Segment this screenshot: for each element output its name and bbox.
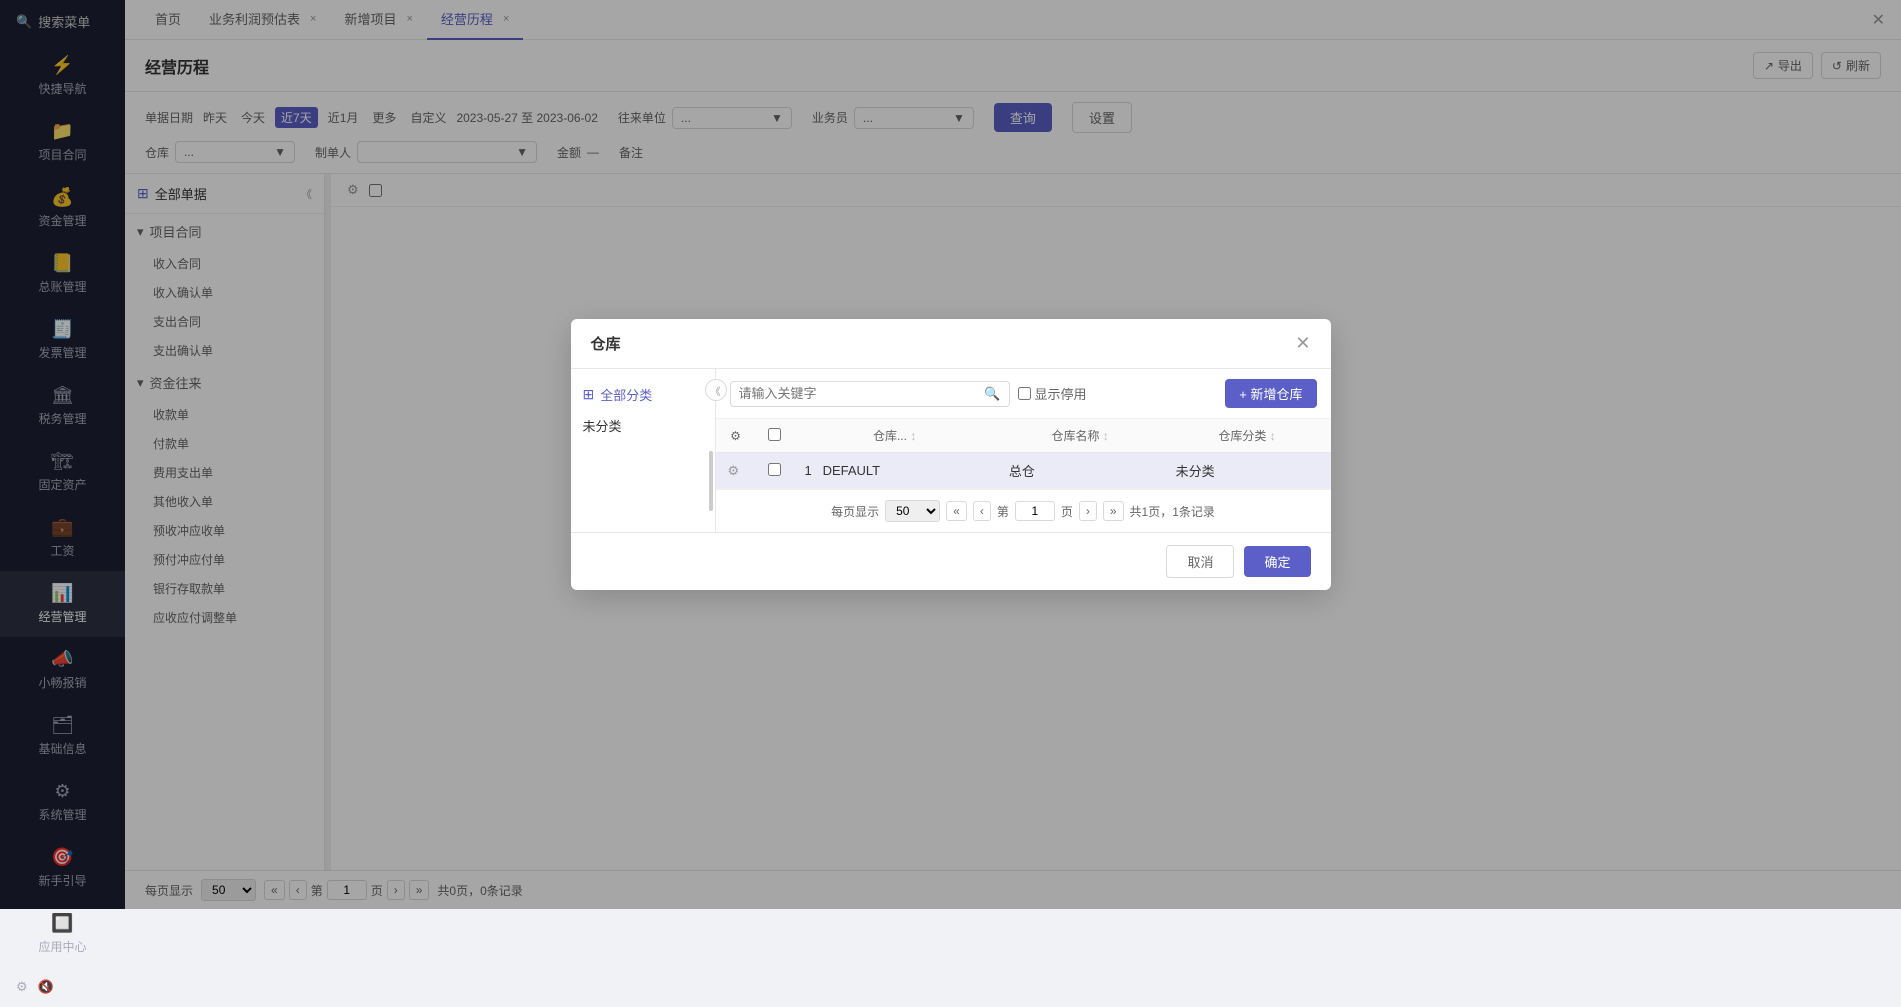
table-select-all[interactable] xyxy=(768,428,781,441)
modal-total-records: 共1页，1条记录 xyxy=(1130,503,1215,520)
modal-table: ⚙ 仓库... 仓库名称 仓库分类 ⚙ xyxy=(716,419,1331,489)
row-category: 未分类 xyxy=(1164,453,1331,489)
col-name[interactable]: 仓库名称 xyxy=(997,419,1164,453)
modal-category-unclassified[interactable]: 未分类 xyxy=(571,410,715,441)
row-gear[interactable]: ⚙ xyxy=(716,453,756,489)
row-checkbox[interactable] xyxy=(756,453,793,489)
modal-first-page[interactable]: « xyxy=(946,501,967,521)
show-disabled-checkbox[interactable] xyxy=(1018,387,1031,400)
modal-search-input[interactable] xyxy=(739,386,981,401)
modal-header: 仓库 ✕ xyxy=(571,319,1331,369)
modal-page-input[interactable] xyxy=(1015,501,1055,521)
add-warehouse-button[interactable]: + 新增仓库 xyxy=(1225,379,1316,408)
modal-last-page[interactable]: » xyxy=(1103,501,1124,521)
modal-left-panel: ⊞ 全部分类 未分类 《 xyxy=(571,369,716,532)
gear-icon[interactable]: ⚙ xyxy=(16,979,28,995)
modal-close-button[interactable]: ✕ xyxy=(1295,333,1310,354)
modal-page-size-select[interactable]: 50 100 xyxy=(885,500,940,522)
modal-next-page[interactable]: › xyxy=(1079,501,1097,521)
col-code[interactable]: 仓库... xyxy=(793,419,997,453)
grid-icon-modal: ⊞ xyxy=(583,386,595,403)
modal-prev-page[interactable]: ‹ xyxy=(973,501,991,521)
sidebar-item-app-center[interactable]: 🔲 应用中心 xyxy=(0,901,125,967)
app-icon: 🔲 xyxy=(51,913,73,934)
table-header-row: ⚙ 仓库... 仓库名称 仓库分类 xyxy=(716,419,1331,453)
row-index-code: 1 DEFAULT xyxy=(793,453,997,489)
warehouse-modal: 仓库 ✕ ⊞ 全部分类 未分类 《 xyxy=(571,319,1331,590)
row-name: 总仓 xyxy=(997,453,1164,489)
modal-all-category[interactable]: ⊞ 全部分类 xyxy=(571,379,715,410)
modal-toolbar: 🔍 显示停用 + 新增仓库 xyxy=(716,369,1331,419)
search-icon-modal: 🔍 xyxy=(984,386,1000,402)
modal-overlay: 仓库 ✕ ⊞ 全部分类 未分类 《 xyxy=(0,0,1901,909)
row-select-checkbox[interactable] xyxy=(768,463,781,476)
sidebar-bottom: ⚙ 🔇 xyxy=(0,967,125,1007)
modal-right-panel: 🔍 显示停用 + 新增仓库 ⚙ xyxy=(716,369,1331,532)
scrollbar-thumb xyxy=(709,451,713,511)
modal-footer: 取消 确定 xyxy=(571,532,1331,590)
col-category[interactable]: 仓库分类 xyxy=(1164,419,1331,453)
col-checkbox xyxy=(756,419,793,453)
volume-icon[interactable]: 🔇 xyxy=(38,979,54,995)
modal-confirm-button[interactable]: 确定 xyxy=(1244,546,1310,577)
col-gear: ⚙ xyxy=(716,419,756,453)
modal-body: ⊞ 全部分类 未分类 《 🔍 xyxy=(571,369,1331,532)
warehouse-table: ⚙ 仓库... 仓库名称 仓库分类 ⚙ xyxy=(716,419,1331,489)
modal-cancel-button[interactable]: 取消 xyxy=(1166,545,1234,578)
modal-title: 仓库 xyxy=(591,333,621,354)
modal-collapse-button[interactable]: 《 xyxy=(705,379,727,401)
modal-pagination: 每页显示 50 100 « ‹ 第 页 › » 共1页，1条记录 xyxy=(716,489,1331,532)
show-disabled-checkbox-label[interactable]: 显示停用 xyxy=(1018,384,1087,403)
table-row[interactable]: ⚙ 1 DEFAULT 总仓 未分类 xyxy=(716,453,1331,489)
modal-search-box[interactable]: 🔍 xyxy=(730,381,1010,407)
table-body: ⚙ 1 DEFAULT 总仓 未分类 xyxy=(716,453,1331,489)
